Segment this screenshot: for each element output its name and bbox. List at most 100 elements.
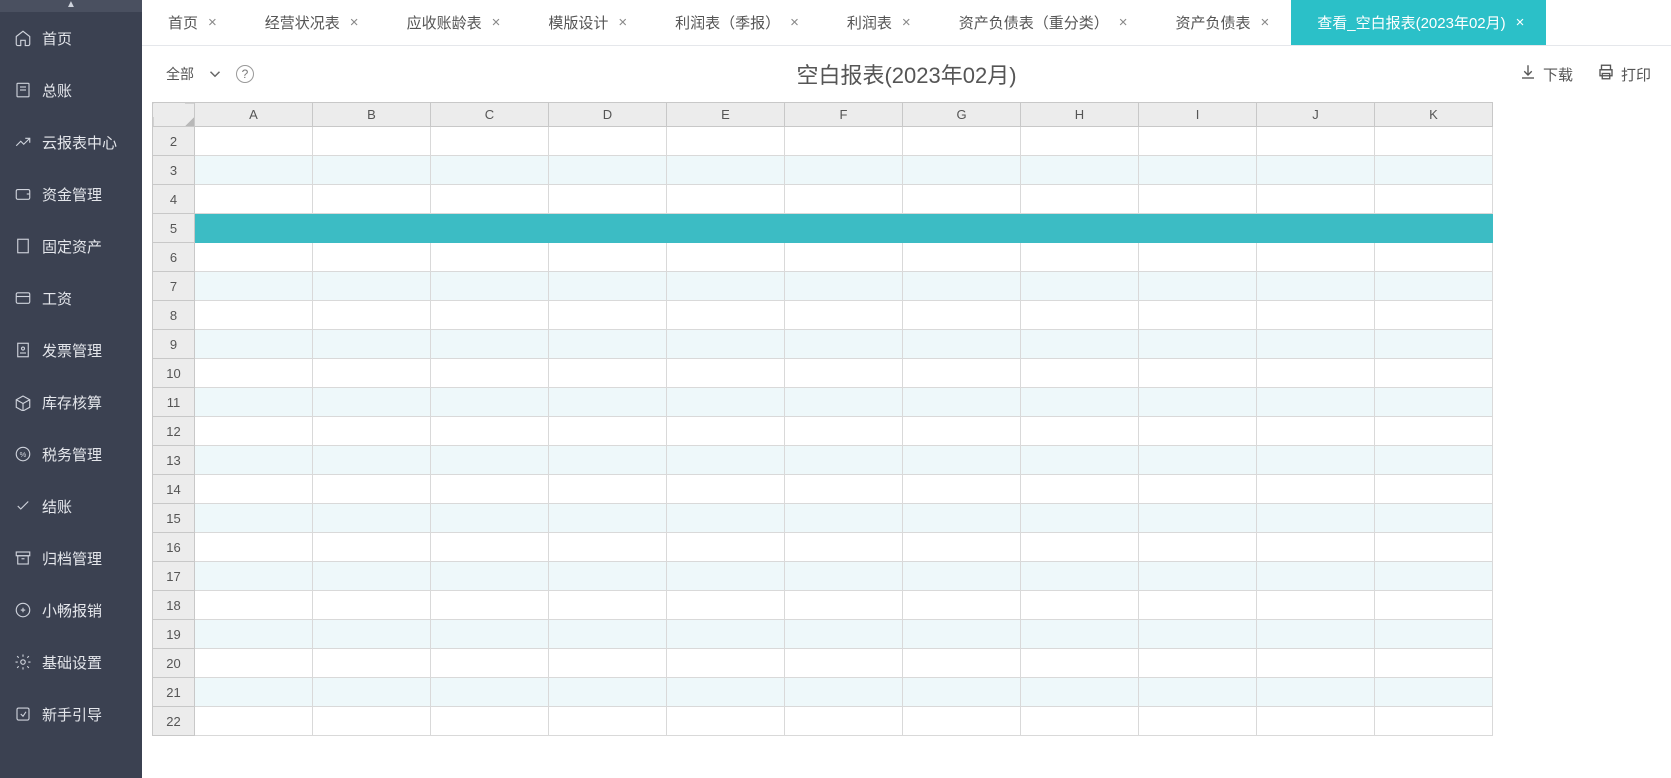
col-header-F[interactable]: F [785, 103, 903, 127]
cell-F3[interactable] [785, 156, 903, 185]
row-header-8[interactable]: 8 [153, 301, 195, 330]
cell-D13[interactable] [549, 446, 667, 475]
cell-C10[interactable] [431, 359, 549, 388]
cell-F19[interactable] [785, 620, 903, 649]
cell-F4[interactable] [785, 185, 903, 214]
cell-G18[interactable] [903, 591, 1021, 620]
cell-G21[interactable] [903, 678, 1021, 707]
row-header-22[interactable]: 22 [153, 707, 195, 736]
cell-I18[interactable] [1139, 591, 1257, 620]
tab-5[interactable]: 利润表× [821, 0, 933, 45]
cell-C4[interactable] [431, 185, 549, 214]
cell-G4[interactable] [903, 185, 1021, 214]
row-header-17[interactable]: 17 [153, 562, 195, 591]
tab-4[interactable]: 利润表（季报）× [649, 0, 821, 45]
cell-J19[interactable] [1257, 620, 1375, 649]
row-header-16[interactable]: 16 [153, 533, 195, 562]
tab-2[interactable]: 应收账龄表× [381, 0, 523, 45]
cell-K4[interactable] [1375, 185, 1493, 214]
cell-B6[interactable] [313, 243, 431, 272]
cell-C14[interactable] [431, 475, 549, 504]
cell-J20[interactable] [1257, 649, 1375, 678]
cell-C11[interactable] [431, 388, 549, 417]
cell-D21[interactable] [549, 678, 667, 707]
cell-B11[interactable] [313, 388, 431, 417]
tab-7[interactable]: 资产负债表× [1149, 0, 1291, 45]
cell-H11[interactable] [1021, 388, 1139, 417]
col-header-G[interactable]: G [903, 103, 1021, 127]
cell-K16[interactable] [1375, 533, 1493, 562]
cell-G8[interactable] [903, 301, 1021, 330]
cell-A13[interactable] [195, 446, 313, 475]
cell-H17[interactable] [1021, 562, 1139, 591]
cell-I15[interactable] [1139, 504, 1257, 533]
cell-K13[interactable] [1375, 446, 1493, 475]
cell-A8[interactable] [195, 301, 313, 330]
cell-I13[interactable] [1139, 446, 1257, 475]
cell-G10[interactable] [903, 359, 1021, 388]
cell-D4[interactable] [549, 185, 667, 214]
cell-H3[interactable] [1021, 156, 1139, 185]
cell-K9[interactable] [1375, 330, 1493, 359]
cell-K8[interactable] [1375, 301, 1493, 330]
cell-D20[interactable] [549, 649, 667, 678]
cell-A14[interactable] [195, 475, 313, 504]
cell-E19[interactable] [667, 620, 785, 649]
cell-G22[interactable] [903, 707, 1021, 736]
cell-K3[interactable] [1375, 156, 1493, 185]
download-button[interactable]: 下载 [1519, 63, 1573, 85]
sidebar-item-1[interactable]: 总账 [0, 64, 142, 116]
cell-F2[interactable] [785, 127, 903, 156]
cell-K11[interactable] [1375, 388, 1493, 417]
chevron-down-icon[interactable] [206, 65, 224, 83]
cell-I6[interactable] [1139, 243, 1257, 272]
cell-C15[interactable] [431, 504, 549, 533]
row-header-10[interactable]: 10 [153, 359, 195, 388]
sheet-scroll[interactable]: ABCDEFGHIJK23456789101112131415161718192… [152, 102, 1671, 778]
cell-E8[interactable] [667, 301, 785, 330]
cell-I22[interactable] [1139, 707, 1257, 736]
cell-J11[interactable] [1257, 388, 1375, 417]
cell-J16[interactable] [1257, 533, 1375, 562]
cell-J7[interactable] [1257, 272, 1375, 301]
cell-B20[interactable] [313, 649, 431, 678]
cell-E4[interactable] [667, 185, 785, 214]
row-header-9[interactable]: 9 [153, 330, 195, 359]
cell-H14[interactable] [1021, 475, 1139, 504]
cell-F20[interactable] [785, 649, 903, 678]
cell-C21[interactable] [431, 678, 549, 707]
cell-C9[interactable] [431, 330, 549, 359]
close-icon[interactable]: × [1516, 15, 1525, 30]
close-icon[interactable]: × [208, 15, 217, 30]
row-header-15[interactable]: 15 [153, 504, 195, 533]
row-header-11[interactable]: 11 [153, 388, 195, 417]
cell-G17[interactable] [903, 562, 1021, 591]
row-header-7[interactable]: 7 [153, 272, 195, 301]
cell-J10[interactable] [1257, 359, 1375, 388]
cell-F7[interactable] [785, 272, 903, 301]
col-header-J[interactable]: J [1257, 103, 1375, 127]
cell-K18[interactable] [1375, 591, 1493, 620]
cell-J5[interactable] [1257, 214, 1375, 243]
cell-H9[interactable] [1021, 330, 1139, 359]
cell-H13[interactable] [1021, 446, 1139, 475]
cell-A4[interactable] [195, 185, 313, 214]
cell-I7[interactable] [1139, 272, 1257, 301]
cell-I12[interactable] [1139, 417, 1257, 446]
tab-0[interactable]: 首页× [142, 0, 239, 45]
cell-K2[interactable] [1375, 127, 1493, 156]
cell-E16[interactable] [667, 533, 785, 562]
cell-H21[interactable] [1021, 678, 1139, 707]
cell-K15[interactable] [1375, 504, 1493, 533]
cell-K21[interactable] [1375, 678, 1493, 707]
cell-K12[interactable] [1375, 417, 1493, 446]
cell-A3[interactable] [195, 156, 313, 185]
cell-B10[interactable] [313, 359, 431, 388]
cell-E13[interactable] [667, 446, 785, 475]
cell-C19[interactable] [431, 620, 549, 649]
cell-J14[interactable] [1257, 475, 1375, 504]
cell-D22[interactable] [549, 707, 667, 736]
row-header-19[interactable]: 19 [153, 620, 195, 649]
cell-E21[interactable] [667, 678, 785, 707]
cell-G5[interactable] [903, 214, 1021, 243]
